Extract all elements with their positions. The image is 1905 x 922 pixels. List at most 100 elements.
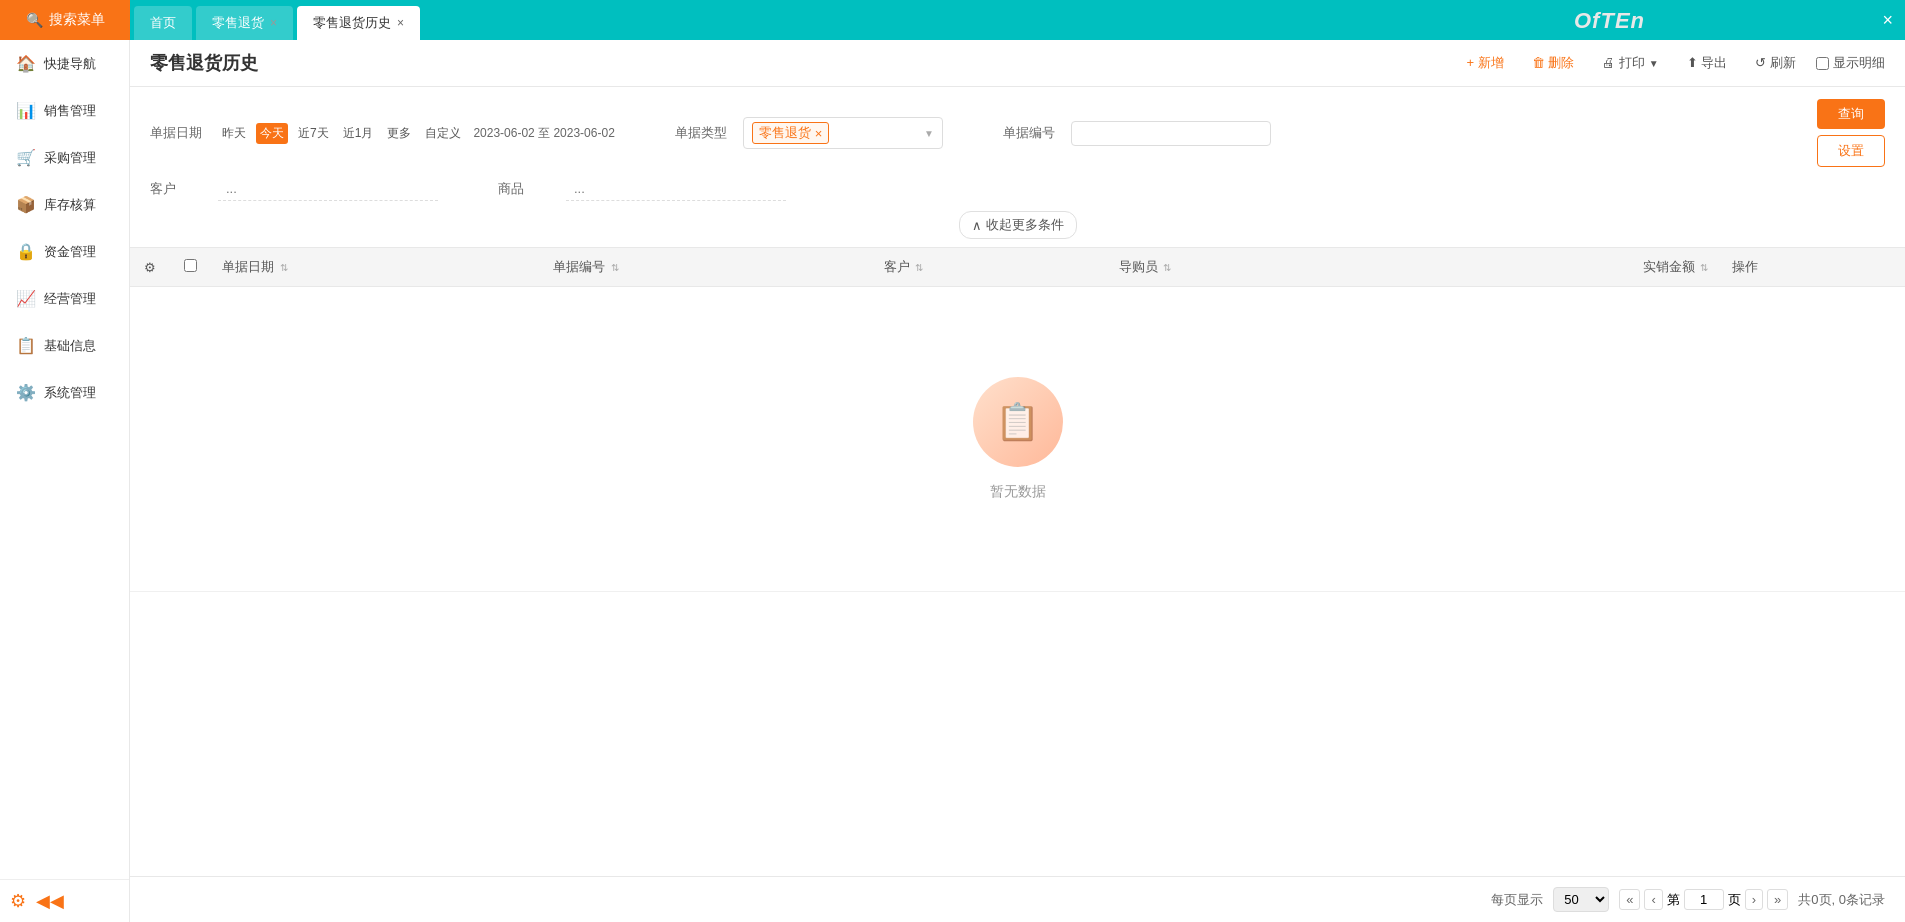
customer-filter-input[interactable] — [218, 177, 438, 201]
date-shortcut-more[interactable]: 更多 — [383, 123, 415, 144]
th-number-label: 单据编号 — [553, 259, 605, 274]
guide-sort-icon[interactable]: ⇅ — [1163, 262, 1171, 273]
page-first-btn[interactable]: « — [1619, 889, 1640, 910]
th-settings[interactable]: ⚙ — [130, 248, 170, 287]
type-select-arrow: ▼ — [924, 128, 934, 139]
search-icon: 🔍 — [26, 12, 43, 28]
search-menu-label: 搜索菜单 — [49, 11, 105, 29]
show-detail-toggle[interactable]: 显示明细 — [1816, 54, 1885, 72]
sidebar-item-quick-nav[interactable]: 🏠 快捷导航 — [0, 40, 129, 87]
sidebar-item-sales[interactable]: 📊 销售管理 — [0, 87, 129, 134]
tab-retail-return-history[interactable]: 零售退货历史 × — [297, 6, 420, 40]
collapse-icon: ∧ — [972, 218, 982, 233]
th-date-label: 单据日期 — [222, 259, 274, 274]
date-shortcut-1month[interactable]: 近1月 — [339, 123, 378, 144]
date-shortcut-today[interactable]: 今天 — [256, 123, 288, 144]
tab-retail-return-close[interactable]: × — [270, 16, 277, 30]
tab-home[interactable]: 首页 — [134, 6, 192, 40]
window-close-btn[interactable]: × — [1882, 10, 1893, 31]
sidebar-item-purchase-label: 采购管理 — [44, 149, 96, 167]
new-button-label: + 新增 — [1466, 54, 1503, 72]
tab-retail-return-history-close[interactable]: × — [397, 16, 404, 30]
purchase-icon: 🛒 — [16, 148, 36, 167]
collapse-label: 收起更多条件 — [986, 216, 1064, 234]
page-title: 零售退货历史 — [150, 51, 258, 75]
brand-text: OfTEn — [1574, 8, 1645, 34]
system-icon: ⚙️ — [16, 383, 36, 402]
empty-cell: 暂无数据 — [130, 287, 1905, 592]
date-shortcut-custom[interactable]: 自定义 — [421, 123, 465, 144]
amount-sort-icon[interactable]: ⇅ — [1700, 262, 1708, 273]
filter-row-1: 单据日期 昨天 今天 近7天 近1月 更多 自定义 2023-06-02 至 2… — [150, 99, 1885, 167]
show-detail-checkbox[interactable] — [1816, 57, 1829, 70]
empty-text: 暂无数据 — [990, 483, 1046, 501]
th-checkbox[interactable] — [170, 248, 210, 287]
table-footer: 每页显示 10 20 50 100 « ‹ 第 页 › » 共0页, 0条记录 — [130, 876, 1905, 922]
sidebar-item-system-label: 系统管理 — [44, 384, 96, 402]
page-navigation: « ‹ 第 页 › » — [1619, 889, 1788, 910]
date-shortcut-yesterday[interactable]: 昨天 — [218, 123, 250, 144]
date-shortcut-7days[interactable]: 近7天 — [294, 123, 333, 144]
sidebar-item-system[interactable]: ⚙️ 系统管理 — [0, 369, 129, 416]
page-unit: 页 — [1728, 891, 1741, 909]
th-customer[interactable]: 客户 ⇅ — [872, 248, 1107, 287]
th-guide[interactable]: 导购员 ⇅ — [1107, 248, 1390, 287]
customer-sort-icon[interactable]: ⇅ — [915, 262, 923, 273]
per-page-select[interactable]: 10 20 50 100 — [1553, 887, 1609, 912]
sidebar-bottom: ⚙ ◀◀ — [0, 879, 129, 922]
th-guide-label: 导购员 — [1119, 259, 1158, 274]
inventory-icon: 📦 — [16, 195, 36, 214]
sidebar-item-operations[interactable]: 📈 经营管理 — [0, 275, 129, 322]
page-prev-btn[interactable]: ‹ — [1644, 889, 1662, 910]
search-menu-btn[interactable]: 🔍 搜索菜单 — [0, 0, 130, 40]
select-all-checkbox[interactable] — [184, 259, 197, 272]
date-sort-icon[interactable]: ⇅ — [280, 262, 288, 273]
sidebar-item-quick-nav-label: 快捷导航 — [44, 55, 96, 73]
print-button[interactable]: 🖨 打印 ▼ — [1594, 50, 1667, 76]
page-last-btn[interactable]: » — [1767, 889, 1788, 910]
speaker-icon[interactable]: ◀◀ — [36, 890, 64, 912]
number-sort-icon[interactable]: ⇅ — [611, 262, 619, 273]
refresh-button[interactable]: ↺ 刷新 — [1747, 50, 1804, 76]
date-shortcuts: 昨天 今天 近7天 近1月 更多 自定义 — [218, 123, 465, 144]
page-input[interactable] — [1684, 889, 1724, 910]
page-label: 第 — [1667, 891, 1680, 909]
tab-home-label: 首页 — [150, 14, 176, 32]
page-next-btn[interactable]: › — [1745, 889, 1763, 910]
tab-retail-return[interactable]: 零售退货 × — [196, 6, 293, 40]
goods-filter-input[interactable] — [566, 177, 786, 201]
sidebar-item-inventory[interactable]: 📦 库存核算 — [0, 181, 129, 228]
type-tag[interactable]: 零售退货 × — [752, 122, 830, 144]
th-amount[interactable]: 实销金额 ⇅ — [1390, 248, 1721, 287]
sidebar-item-finance[interactable]: 🔒 资金管理 — [0, 228, 129, 275]
collapse-filter-btn[interactable]: ∧ 收起更多条件 — [959, 211, 1077, 239]
refresh-button-label: ↺ 刷新 — [1755, 54, 1796, 72]
th-date[interactable]: 单据日期 ⇅ — [210, 248, 541, 287]
print-dropdown-icon[interactable]: ▼ — [1649, 58, 1659, 69]
sidebar-item-basic-info[interactable]: 📋 基础信息 — [0, 322, 129, 369]
query-button[interactable]: 查询 — [1817, 99, 1885, 129]
sidebar-item-sales-label: 销售管理 — [44, 102, 96, 120]
settings-gear-icon[interactable]: ⚙ — [10, 890, 26, 912]
column-settings-icon[interactable]: ⚙ — [144, 260, 156, 275]
customer-filter-group: 客户 — [150, 177, 438, 201]
delete-button[interactable]: 🗑 删除 — [1524, 50, 1583, 76]
number-filter-input[interactable] — [1071, 121, 1271, 146]
export-button[interactable]: ⬆ 导出 — [1679, 50, 1736, 76]
date-filter-label: 单据日期 — [150, 124, 210, 142]
main-layout: 🏠 快捷导航 📊 销售管理 🛒 采购管理 📦 库存核算 🔒 资金管理 📈 经营管… — [0, 40, 1905, 922]
th-action-label: 操作 — [1732, 259, 1758, 274]
empty-row: 暂无数据 — [130, 287, 1905, 592]
th-amount-label: 实销金额 — [1643, 259, 1695, 274]
th-number[interactable]: 单据编号 ⇅ — [541, 248, 872, 287]
th-action: 操作 — [1720, 248, 1905, 287]
data-table: ⚙ 单据日期 ⇅ 单据编号 ⇅ — [130, 248, 1905, 592]
new-button[interactable]: + 新增 — [1458, 50, 1511, 76]
basic-info-icon: 📋 — [16, 336, 36, 355]
sidebar-item-purchase[interactable]: 🛒 采购管理 — [0, 134, 129, 181]
type-filter-select[interactable]: 零售退货 × ▼ — [743, 117, 943, 149]
show-detail-label: 显示明细 — [1833, 54, 1885, 72]
date-range-display[interactable]: 2023-06-02 至 2023-06-02 — [473, 125, 614, 142]
type-tag-remove[interactable]: × — [815, 126, 823, 141]
setting-button[interactable]: 设置 — [1817, 135, 1885, 167]
